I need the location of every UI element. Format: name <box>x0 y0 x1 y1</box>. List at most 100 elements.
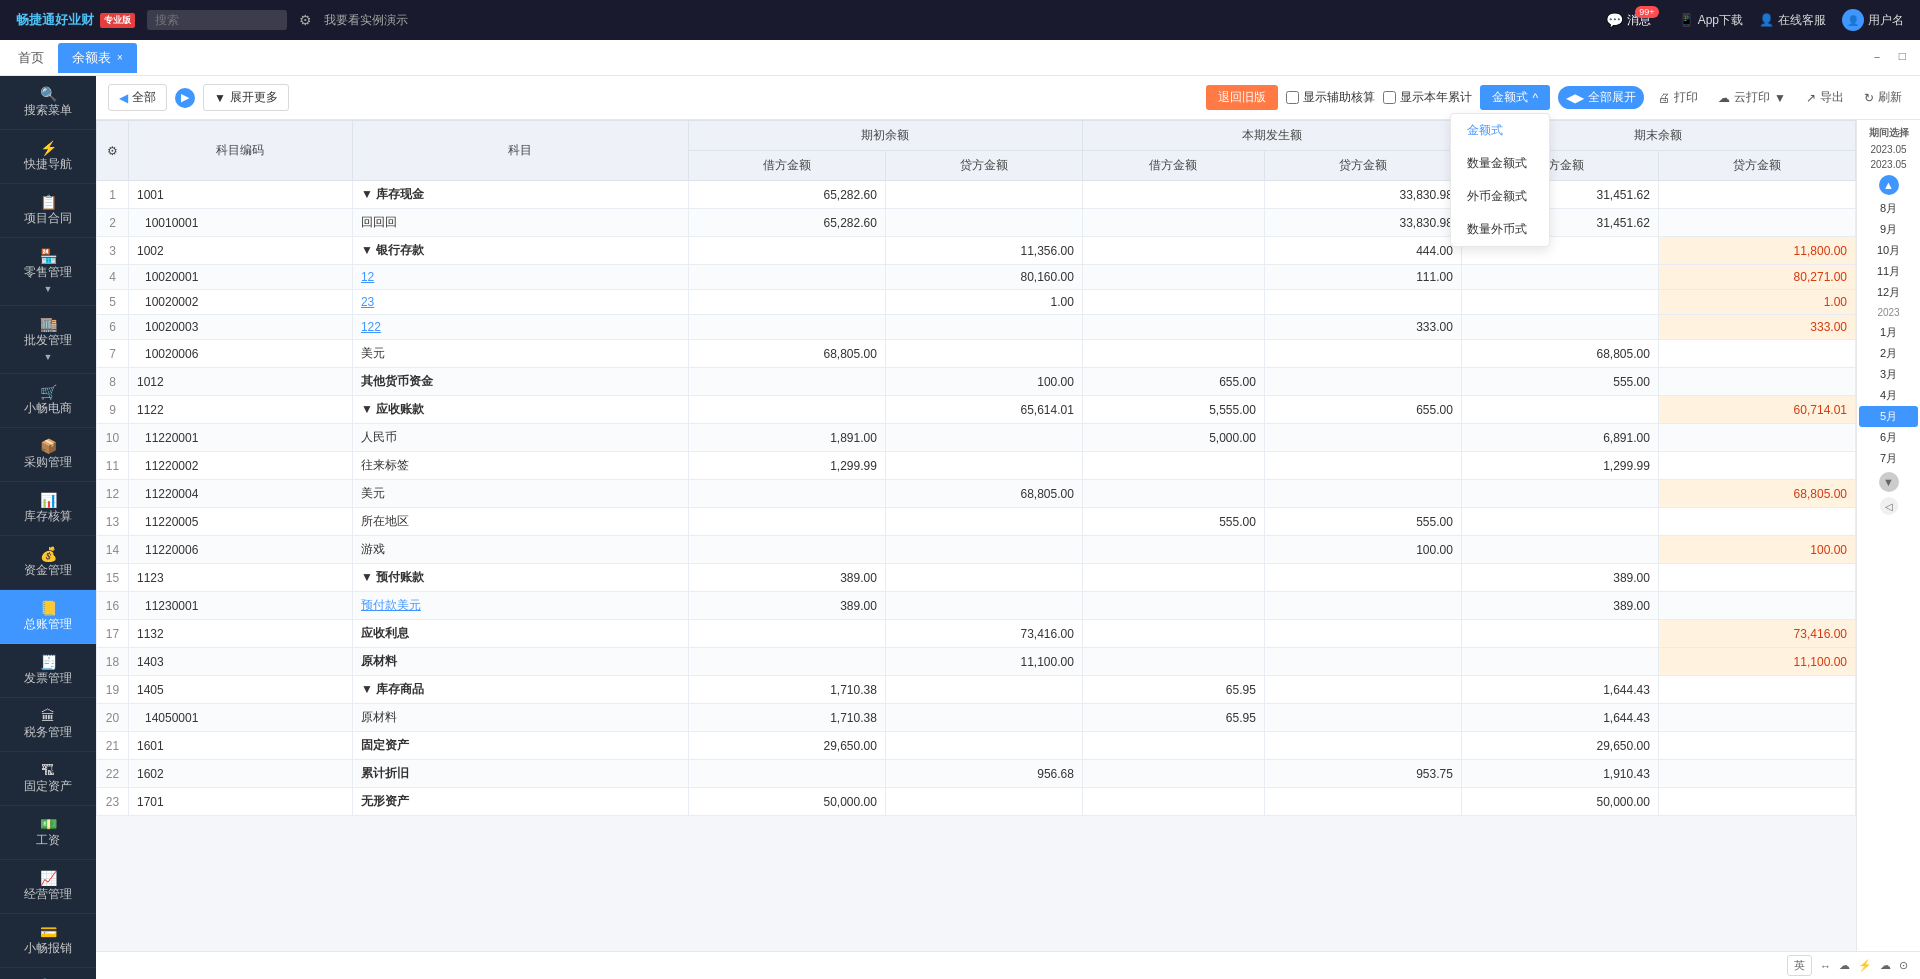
sidebar-item-inventory[interactable]: 📊 库存核算 <box>0 482 96 536</box>
sidebar-item-basic[interactable]: 🔧 基础信息 <box>0 968 96 979</box>
table-row: 4 10020001 12 80,160.00 111.00 80,271.00 <box>97 265 1856 290</box>
sidebar-item-sales[interactable]: 💳 小畅报销 <box>0 914 96 968</box>
settings-icon[interactable]: ⚙ <box>299 12 312 28</box>
month-4[interactable]: 4月 <box>1859 385 1918 406</box>
top-search-input[interactable] <box>147 10 287 30</box>
row-number: 14 <box>97 536 129 564</box>
opening-credit <box>885 676 1082 704</box>
period-credit <box>1264 620 1461 648</box>
row-name[interactable]: 23 <box>352 290 688 315</box>
online-service-button[interactable]: 👤 在线客服 <box>1759 12 1826 29</box>
period-debit <box>1082 732 1264 760</box>
period-nav-down[interactable]: ▼ <box>1879 472 1899 492</box>
month-6[interactable]: 6月 <box>1859 427 1918 448</box>
status-arrow[interactable]: ↔ <box>1820 960 1831 972</box>
month-2[interactable]: 2月 <box>1859 343 1918 364</box>
period-debit <box>1082 536 1264 564</box>
sidebar-item-project[interactable]: 📋 项目合同 <box>0 184 96 238</box>
month-12[interactable]: 12月 <box>1859 282 1918 303</box>
sidebar-item-ecommerce[interactable]: 🛒 小畅电商 <box>0 374 96 428</box>
table-row: 17 1132 应收利息 73,416.00 73,416.00 <box>97 620 1856 648</box>
row-name: 回回回 <box>352 209 688 237</box>
mode-option-foreign-amount[interactable]: 外币金额式 <box>1451 180 1549 213</box>
period-collapse-btn[interactable]: ◁ <box>1880 497 1898 515</box>
expand-button[interactable]: ▼ 展开更多 <box>203 84 289 111</box>
row-name: 其他货币资金 <box>352 368 688 396</box>
month-10[interactable]: 10月 <box>1859 240 1918 261</box>
status-target[interactable]: ⊙ <box>1899 959 1908 972</box>
sidebar-item-ledger[interactable]: 📒 总账管理 <box>0 590 96 644</box>
all-button[interactable]: ◀ 全部 <box>108 84 167 111</box>
col-settings-header[interactable]: ⚙ <box>97 121 129 181</box>
app-download-button[interactable]: 📱 App下载 <box>1679 12 1743 29</box>
mode-button[interactable]: 金额式 ^ <box>1480 85 1550 110</box>
status-cloud1[interactable]: ☁ <box>1839 959 1850 972</box>
user-avatar[interactable]: 👤 用户名 <box>1842 9 1904 31</box>
tab-home[interactable]: 首页 <box>8 43 54 73</box>
row-name: ▼ 应收账款 <box>352 396 688 424</box>
sidebar-item-quicknav[interactable]: ⚡ 快捷导航 <box>0 130 96 184</box>
cloud-print-button[interactable]: ☁ 云打印 ▼ <box>1712 85 1792 110</box>
opening-debit: 65,282.60 <box>688 209 885 237</box>
aux-label: 显示辅助核算 <box>1303 89 1375 106</box>
period-credit <box>1264 648 1461 676</box>
month-5[interactable]: 5月 <box>1859 406 1918 427</box>
month-8[interactable]: 8月 <box>1859 198 1918 219</box>
period-credit: 655.00 <box>1264 396 1461 424</box>
sidebar-item-retail[interactable]: 🏪 零售管理 ▼ <box>0 238 96 306</box>
mode-option-amount[interactable]: 金额式 <box>1451 114 1549 147</box>
month-3[interactable]: 3月 <box>1859 364 1918 385</box>
print-label: 打印 <box>1674 89 1698 106</box>
nav-right-button[interactable]: ▶ <box>175 88 195 108</box>
tab-balance[interactable]: 余额表 × <box>58 43 137 73</box>
mode-option-qty-foreign[interactable]: 数量外币式 <box>1451 213 1549 246</box>
closing-credit <box>1658 424 1855 452</box>
row-name[interactable]: 12 <box>352 265 688 290</box>
closing-credit: 1.00 <box>1658 290 1855 315</box>
tab-close-button[interactable]: × <box>117 52 123 63</box>
sidebar-item-search[interactable]: 🔍 搜索菜单 <box>0 76 96 130</box>
print-button[interactable]: 🖨 打印 <box>1652 85 1704 110</box>
status-cloud2[interactable]: ☁ <box>1880 959 1891 972</box>
tab-window-max[interactable]: □ <box>1893 47 1912 68</box>
sidebar-item-ops[interactable]: 📈 经营管理 <box>0 860 96 914</box>
month-1[interactable]: 1月 <box>1859 322 1918 343</box>
mode-option-qty-amount[interactable]: 数量金额式 <box>1451 147 1549 180</box>
sidebar-item-invoice[interactable]: 🧾 发票管理 <box>0 644 96 698</box>
capital-icon: 💰 <box>6 546 90 562</box>
sidebar-item-wholesale[interactable]: 🏬 批发管理 ▼ <box>0 306 96 374</box>
opening-credit: 100.00 <box>885 368 1082 396</box>
row-name[interactable]: 122 <box>352 315 688 340</box>
sidebar-item-assets[interactable]: 🏗 固定资产 <box>0 752 96 806</box>
month-7[interactable]: 7月 <box>1859 448 1918 469</box>
export-button[interactable]: ↗ 导出 <box>1800 85 1850 110</box>
row-name[interactable]: 预付款美元 <box>352 592 688 620</box>
tab-window-min[interactable]: － <box>1865 47 1889 68</box>
row-code: 11220005 <box>129 508 353 536</box>
status-lightning[interactable]: ⚡ <box>1858 959 1872 972</box>
mode-arrow-icon: ^ <box>1532 91 1538 105</box>
month-9[interactable]: 9月 <box>1859 219 1918 240</box>
period-panel: 期间选择 2023.05 2023.05 ▲ 8月 9月 10月 11月 12月… <box>1856 120 1920 951</box>
closing-credit: 73,416.00 <box>1658 620 1855 648</box>
refresh-button[interactable]: ↻ 刷新 <box>1858 85 1908 110</box>
return-old-button[interactable]: 退回旧版 <box>1206 85 1278 110</box>
demo-link[interactable]: 我要看实例演示 <box>324 12 408 29</box>
year-checkbox[interactable] <box>1383 91 1396 104</box>
period-nav-up[interactable]: ▲ <box>1879 175 1899 195</box>
row-number: 4 <box>97 265 129 290</box>
sidebar-item-capital[interactable]: 💰 资金管理 <box>0 536 96 590</box>
month-11[interactable]: 11月 <box>1859 261 1918 282</box>
message-button[interactable]: 💬 消息 99+ <box>1606 12 1651 29</box>
lang-button[interactable]: 英 <box>1787 955 1812 976</box>
top-bar-right: 💬 消息 99+ 📱 App下载 👤 在线客服 👤 用户名 <box>1606 9 1904 31</box>
expand-all-button[interactable]: ◀▶ 全部展开 <box>1558 86 1644 109</box>
opening-credit: 1.00 <box>885 290 1082 315</box>
sidebar-item-payroll[interactable]: 💵 工资 <box>0 806 96 860</box>
col-closing-credit-header: 贷方金额 <box>1658 151 1855 181</box>
aux-checkbox[interactable] <box>1286 91 1299 104</box>
sidebar-item-tax[interactable]: 🏛 税务管理 <box>0 698 96 752</box>
opening-debit <box>688 536 885 564</box>
opening-credit <box>885 508 1082 536</box>
sidebar-item-purchase[interactable]: 📦 采购管理 <box>0 428 96 482</box>
